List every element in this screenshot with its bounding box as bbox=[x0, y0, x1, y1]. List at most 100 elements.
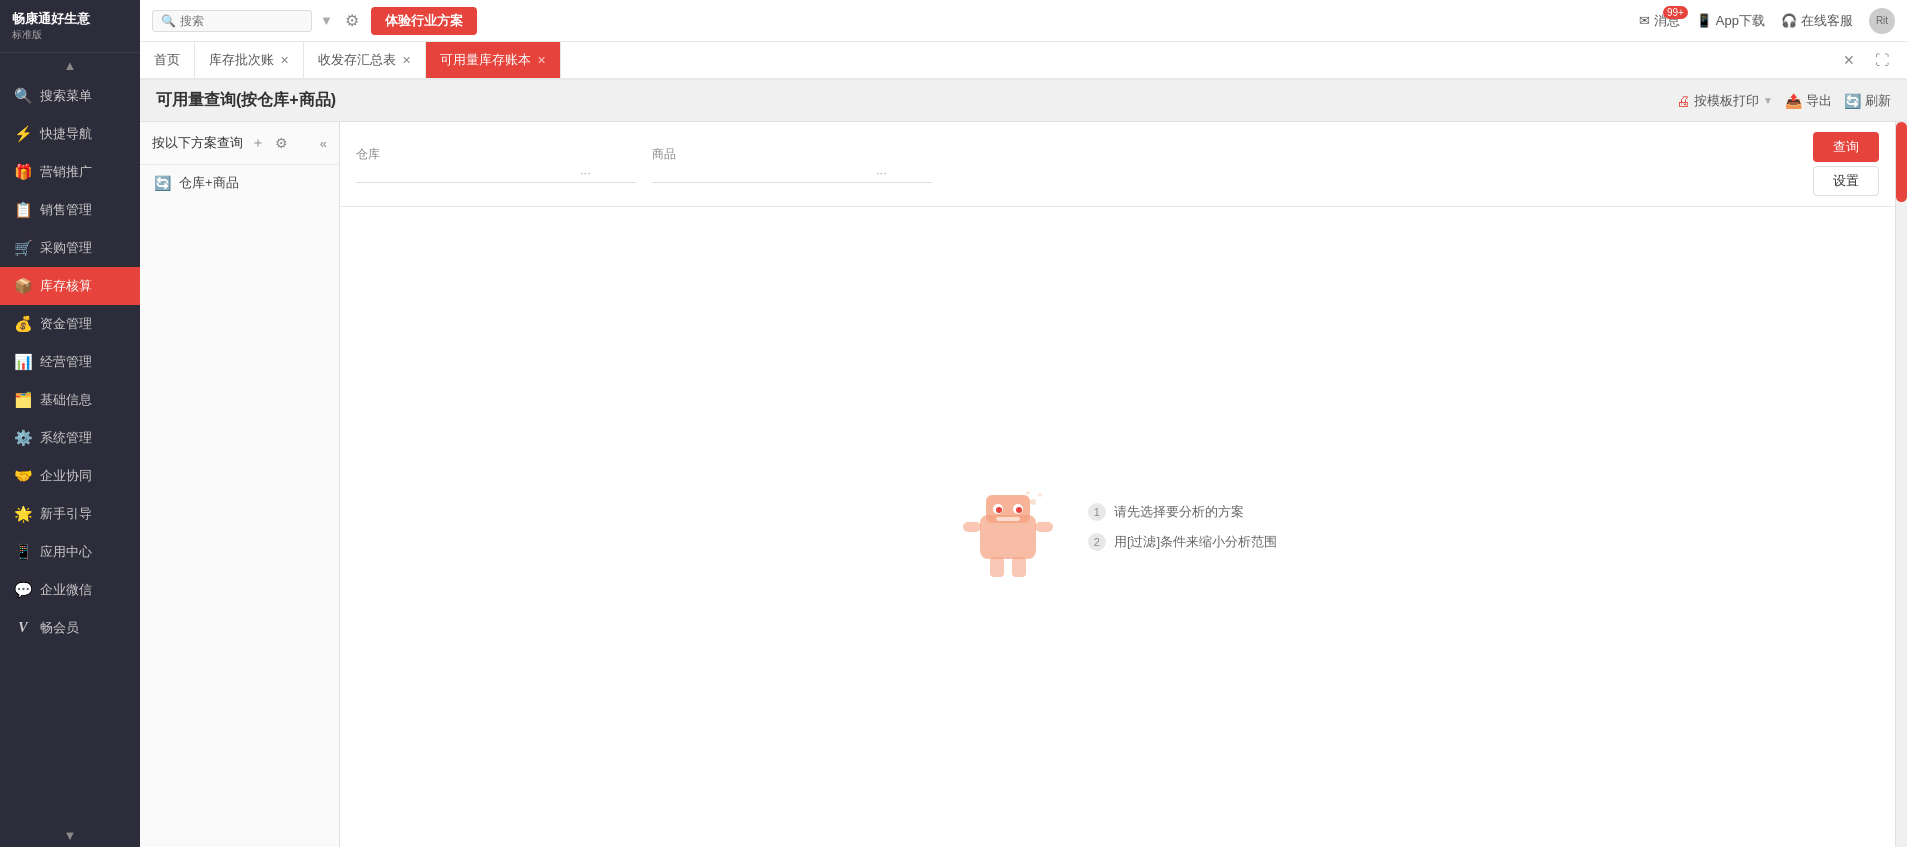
sidebar-item-purchase[interactable]: 🛒 采购管理 bbox=[0, 229, 140, 267]
scheme-item-warehouse-goods[interactable]: 🔄 仓库+商品 bbox=[140, 165, 339, 201]
svg-rect-9 bbox=[990, 557, 1004, 577]
warehouse-filter-field: 仓库 ··· bbox=[356, 146, 636, 183]
app-download-label: App下载 bbox=[1716, 12, 1765, 30]
empty-state-content: 1 请先选择要分析的方案 2 用[过滤]条件来缩小分析范围 bbox=[958, 477, 1277, 577]
topbar-dropdown-arrow[interactable]: ▼ bbox=[320, 13, 333, 28]
warehouse-filter-input[interactable] bbox=[356, 165, 576, 180]
sidebar-item-inventory[interactable]: 📦 库存核算 bbox=[0, 267, 140, 305]
page-header: 可用量查询(按仓库+商品) 🖨 按模板打印 ▼ 📤 导出 🔄 刷新 bbox=[140, 80, 1907, 122]
gear-icon: ⚙️ bbox=[14, 429, 32, 447]
sidebar-item-search[interactable]: 🔍 搜索菜单 bbox=[0, 77, 140, 115]
tab-available-ledger-close[interactable]: ✕ bbox=[537, 54, 546, 67]
query-button[interactable]: 查询 bbox=[1813, 132, 1879, 162]
filter-actions: 查询 设置 bbox=[1813, 132, 1879, 196]
tab-batch-accounts[interactable]: 库存批次账 ✕ bbox=[195, 42, 304, 78]
tabs-expand-icon[interactable]: ⛶ bbox=[1869, 50, 1895, 70]
tab-receive-summary[interactable]: 收发存汇总表 ✕ bbox=[304, 42, 426, 78]
topbar-search-box[interactable]: 🔍 bbox=[152, 10, 312, 32]
tab-batch-accounts-close[interactable]: ✕ bbox=[280, 54, 289, 67]
sidebar-item-marketing[interactable]: 🎁 营销推广 bbox=[0, 153, 140, 191]
tab-receive-summary-close[interactable]: ✕ bbox=[402, 54, 411, 67]
sidebar-item-guide[interactable]: 🌟 新手引导 bbox=[0, 495, 140, 533]
add-scheme-icon[interactable]: ＋ bbox=[249, 132, 267, 154]
sidebar-item-label: 系统管理 bbox=[40, 429, 92, 447]
search-icon: 🔍 bbox=[14, 87, 32, 105]
page-title: 可用量查询(按仓库+商品) bbox=[156, 90, 336, 111]
warehouse-filter-dots[interactable]: ··· bbox=[580, 165, 591, 180]
settings-button[interactable]: 设置 bbox=[1813, 166, 1879, 196]
notification-badge: 99+ bbox=[1663, 6, 1688, 19]
print-action[interactable]: 🖨 按模板打印 ▼ bbox=[1676, 92, 1773, 110]
sidebar-item-label: 采购管理 bbox=[40, 239, 92, 257]
sidebar-item-system[interactable]: ⚙️ 系统管理 bbox=[0, 419, 140, 457]
hint-num-1: 1 bbox=[1088, 503, 1106, 521]
refresh-action[interactable]: 🔄 刷新 bbox=[1844, 92, 1891, 110]
sidebar-logo: 畅康通好生意 标准版 bbox=[0, 0, 140, 53]
topbar-right: ✉ 消息 99+ 📱 App下载 🎧 在线客服 Rit bbox=[1639, 8, 1895, 34]
tab-home[interactable]: 首页 bbox=[140, 42, 195, 78]
left-panel-header-label: 按以下方案查询 bbox=[152, 134, 243, 152]
handshake-icon: 🤝 bbox=[14, 467, 32, 485]
tabs-close-all-icon[interactable]: ✕ bbox=[1837, 50, 1861, 70]
sidebar-item-sales[interactable]: 📋 销售管理 bbox=[0, 191, 140, 229]
online-service-label: 在线客服 bbox=[1801, 12, 1853, 30]
tab-available-ledger[interactable]: 可用量库存账本 ✕ bbox=[426, 42, 561, 78]
lightning-icon: ⚡ bbox=[14, 125, 32, 143]
content-area: 按以下方案查询 ＋ ⚙ « 🔄 仓库+商品 仓库 ··· bbox=[140, 122, 1907, 847]
hint-num-2: 2 bbox=[1088, 533, 1106, 551]
print-dropdown-icon[interactable]: ▼ bbox=[1763, 95, 1773, 106]
collapse-panel-icon[interactable]: « bbox=[320, 136, 327, 151]
user-avatar[interactable]: Rit bbox=[1869, 8, 1895, 34]
sidebar-item-label: 快捷导航 bbox=[40, 125, 92, 143]
sidebar-item-vip[interactable]: V 畅会员 bbox=[0, 609, 140, 647]
list-icon: 📋 bbox=[14, 201, 32, 219]
notification-item[interactable]: ✉ 消息 99+ bbox=[1639, 12, 1680, 30]
gift-icon: 🎁 bbox=[14, 163, 32, 181]
sidebar-item-label: 畅会员 bbox=[40, 619, 79, 637]
sidebar-item-cooperation[interactable]: 🤝 企业协同 bbox=[0, 457, 140, 495]
sidebar-item-label: 新手引导 bbox=[40, 505, 92, 523]
left-panel-header: 按以下方案查询 ＋ ⚙ « bbox=[140, 122, 339, 165]
topbar-search-input[interactable] bbox=[180, 14, 290, 28]
online-service-item[interactable]: 🎧 在线客服 bbox=[1781, 12, 1853, 30]
sidebar-item-label: 应用中心 bbox=[40, 543, 92, 561]
goods-filter-input[interactable] bbox=[652, 165, 872, 180]
tab-receive-summary-label: 收发存汇总表 bbox=[318, 51, 396, 69]
sidebar-item-quick-nav[interactable]: ⚡ 快捷导航 bbox=[0, 115, 140, 153]
trial-button[interactable]: 体验行业方案 bbox=[371, 7, 477, 35]
goods-filter-dots[interactable]: ··· bbox=[876, 165, 887, 180]
empty-robot-illustration bbox=[958, 477, 1058, 577]
left-panel: 按以下方案查询 ＋ ⚙ « 🔄 仓库+商品 bbox=[140, 122, 340, 847]
sidebar-item-wechat[interactable]: 💬 企业微信 bbox=[0, 571, 140, 609]
export-action[interactable]: 📤 导出 bbox=[1785, 92, 1832, 110]
sidebar-item-label: 搜索菜单 bbox=[40, 87, 92, 105]
sidebar-item-appcenter[interactable]: 📱 应用中心 bbox=[0, 533, 140, 571]
goods-filter-input-row: ··· bbox=[652, 165, 932, 183]
tab-home-label: 首页 bbox=[154, 51, 180, 69]
sidebar-scroll-up[interactable]: ▲ bbox=[0, 53, 140, 77]
topbar-gear-icon[interactable]: ⚙ bbox=[341, 7, 363, 34]
settings-scheme-icon[interactable]: ⚙ bbox=[273, 133, 290, 153]
empty-hint-1: 1 请先选择要分析的方案 bbox=[1088, 503, 1277, 521]
sidebar-item-finance[interactable]: 💰 资金管理 bbox=[0, 305, 140, 343]
empty-hints: 1 请先选择要分析的方案 2 用[过滤]条件来缩小分析范围 bbox=[1088, 503, 1277, 551]
folder-icon: 🗂️ bbox=[14, 391, 32, 409]
sidebar-item-label: 资金管理 bbox=[40, 315, 92, 333]
scrollbar-thumb[interactable] bbox=[1896, 122, 1907, 202]
scheme-item-label: 仓库+商品 bbox=[179, 174, 239, 192]
warehouse-filter-input-row: ··· bbox=[356, 165, 636, 183]
sidebar-item-label: 库存核算 bbox=[40, 277, 92, 295]
money-icon: 💰 bbox=[14, 315, 32, 333]
brand-version: 标准版 bbox=[12, 28, 128, 42]
svg-point-4 bbox=[996, 507, 1002, 513]
svg-rect-8 bbox=[1035, 522, 1053, 532]
chart-icon: 📊 bbox=[14, 353, 32, 371]
export-icon: 📤 bbox=[1785, 93, 1802, 109]
sidebar-item-basic[interactable]: 🗂️ 基础信息 bbox=[0, 381, 140, 419]
sidebar-item-operations[interactable]: 📊 经营管理 bbox=[0, 343, 140, 381]
goods-filter-label: 商品 bbox=[652, 146, 932, 163]
sidebar-scroll-down[interactable]: ▼ bbox=[0, 823, 140, 847]
right-scrollbar[interactable] bbox=[1895, 122, 1907, 847]
app-download-item[interactable]: 📱 App下载 bbox=[1696, 12, 1765, 30]
scheme-refresh-icon: 🔄 bbox=[154, 175, 171, 191]
